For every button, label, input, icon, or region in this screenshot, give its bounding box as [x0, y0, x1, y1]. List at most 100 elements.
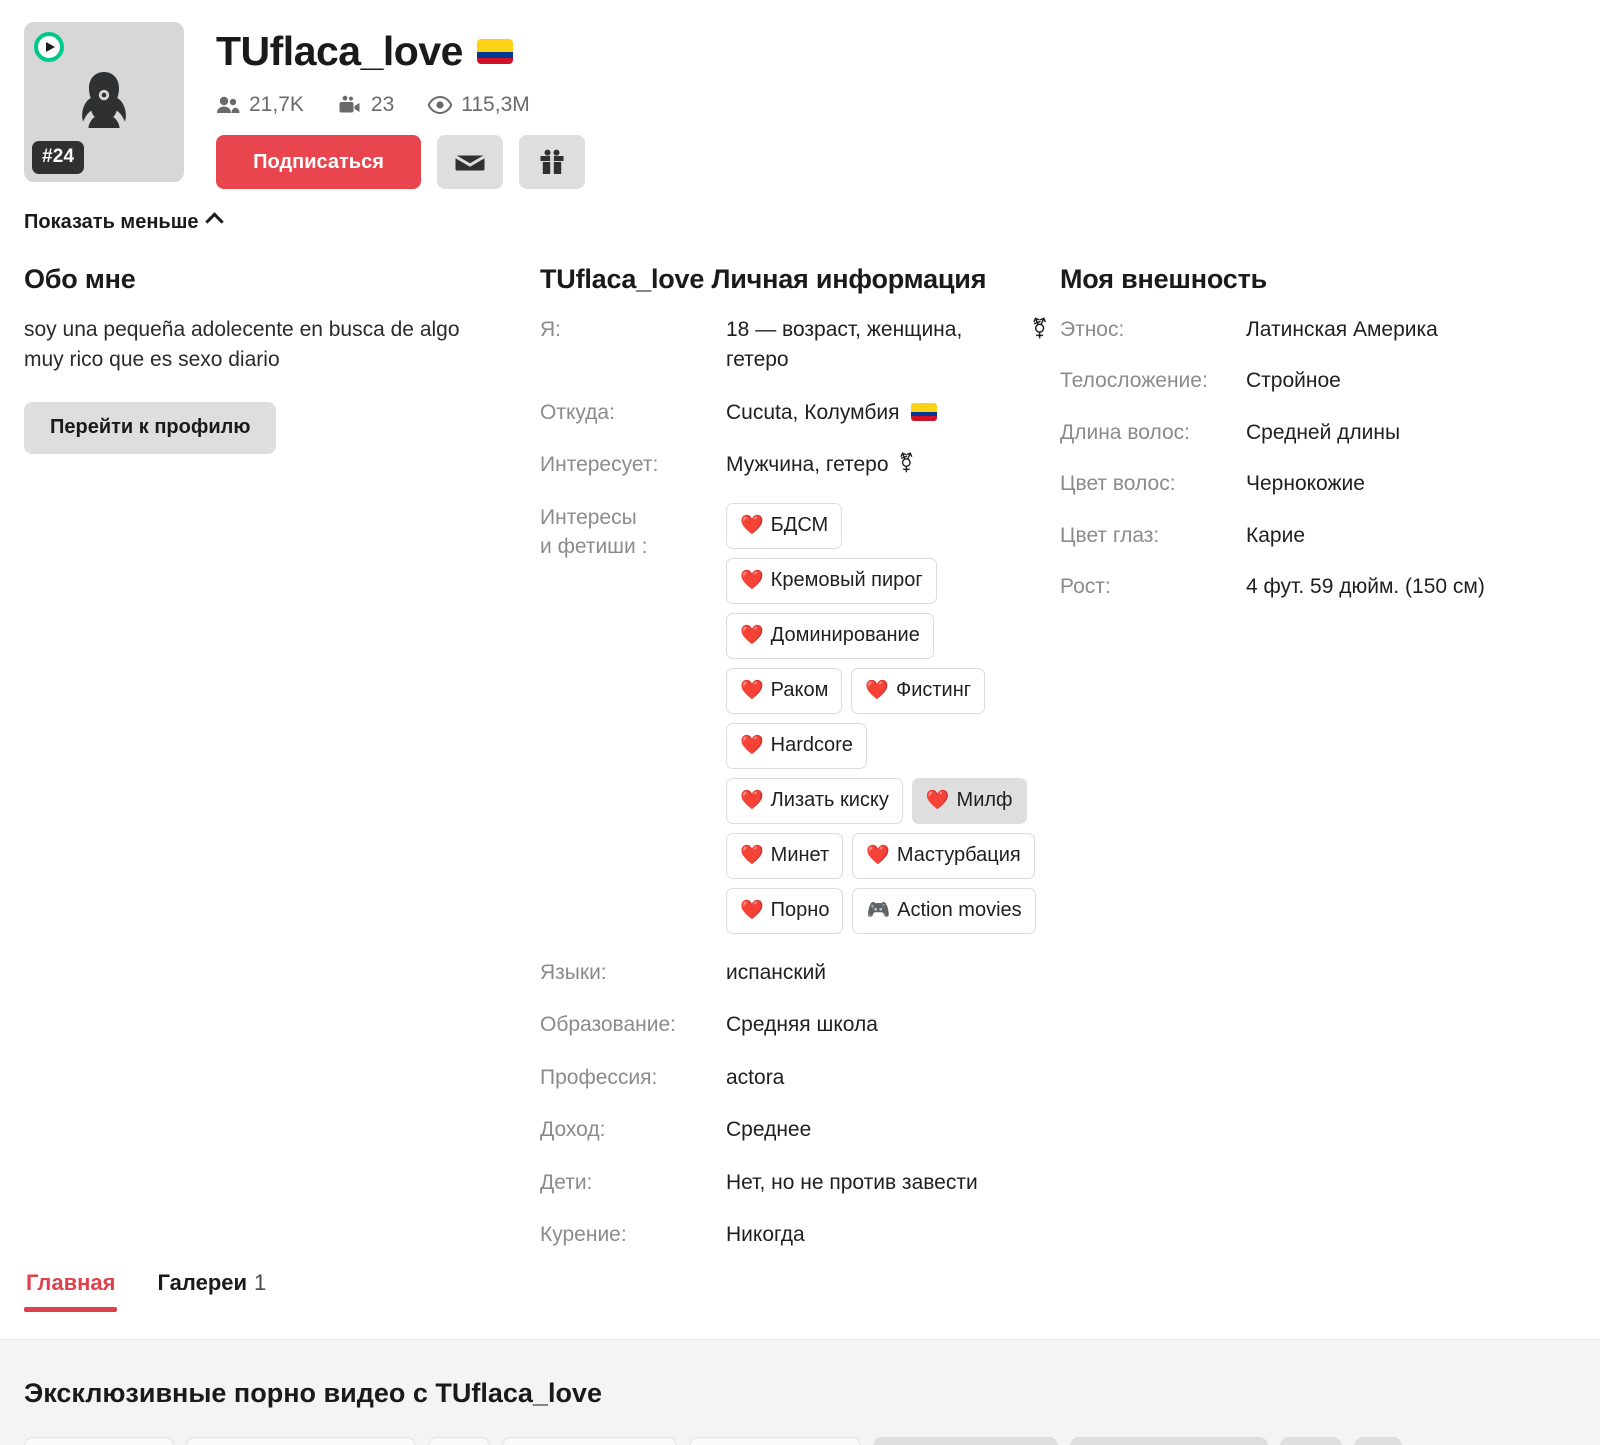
gift-button[interactable] — [519, 135, 585, 189]
interest-tag[interactable]: ❤️ Раком — [726, 667, 843, 714]
video-camera-icon — [339, 95, 360, 113]
info-label: Этнос: — [1060, 318, 1125, 341]
video-filter-chip[interactable] — [186, 1437, 416, 1445]
info-value: Cucuta, Колумбия — [726, 398, 1060, 428]
info-row: Рост: 4 фут. 59 дюйм. (150 см) — [1060, 572, 1600, 602]
heart-icon: ❤️ — [740, 679, 764, 701]
interest-tag-label: Фистинг — [896, 678, 972, 701]
live-play-icon[interactable] — [34, 32, 64, 62]
interest-tag[interactable]: ❤️ Кремовый пирог — [726, 557, 937, 604]
info-value: Стройное — [1246, 369, 1341, 393]
heart-icon: ❤️ — [866, 844, 890, 866]
info-value: Чернокожие — [1246, 472, 1365, 496]
info-row: Телосложение: Стройное — [1060, 366, 1600, 396]
heart-icon: ❤️ — [740, 844, 764, 866]
page-title: TUflaca_love — [216, 28, 463, 74]
interest-tag-label: Action movies — [897, 898, 1022, 921]
show-less-label: Показать меньше — [24, 211, 199, 233]
tab-main[interactable]: Главная — [24, 1266, 118, 1312]
interest-tag[interactable]: ❤️ Фистинг — [851, 667, 986, 714]
stat-videos-value: 23 — [370, 93, 395, 116]
interest-tag[interactable]: ❤️ Мастурбация — [852, 832, 1035, 879]
info-value: Латинская Америка — [1246, 318, 1438, 341]
stat-views: 115,3M — [428, 93, 530, 117]
profile-actions: Подписаться — [216, 135, 585, 189]
video-filter-chip[interactable] — [1070, 1437, 1268, 1445]
appearance-column: Моя внешность Этнос: Латинская Америка Тел… — [1060, 264, 1600, 1377]
go-to-profile-button[interactable]: Перейти к профилю — [24, 401, 277, 454]
default-female-avatar-icon — [82, 71, 126, 129]
info-value: испанский — [726, 960, 827, 984]
tab-galleries[interactable]: Галереи 1 — [155, 1266, 268, 1312]
heart-icon: ❤️ — [740, 734, 764, 756]
info-label: Образование: — [540, 1013, 676, 1037]
chevron-up-icon — [204, 211, 224, 231]
video-filter-chip[interactable] — [428, 1437, 490, 1445]
avatar[interactable]: #24 — [24, 22, 184, 182]
video-filter-chip[interactable] — [1280, 1437, 1342, 1445]
info-label: Рост: — [1060, 575, 1111, 599]
info-row: Цвет волос: Чернокожие — [1060, 469, 1600, 499]
envelope-icon — [455, 155, 485, 171]
interest-tag[interactable]: ❤️ Лизать киску — [726, 777, 903, 824]
info-label: Цвет волос: — [1060, 472, 1176, 496]
info-label: Доход: — [540, 1118, 606, 1142]
info-label: Интересует: — [540, 453, 659, 477]
info-value: Нет, но не против завести — [726, 1170, 978, 1194]
info-value: actora — [726, 1065, 785, 1089]
interest-tag-label: Мастурбация — [896, 843, 1021, 866]
about-column: Обо мне soy una pequeña adolecente en bu… — [24, 264, 540, 1377]
username-row: TUflaca_love — [216, 28, 585, 75]
gamepad-icon: 🎮 — [866, 899, 891, 921]
interest-tag[interactable]: ❤️ Минет — [726, 832, 844, 879]
info-label: Дети: — [540, 1170, 593, 1194]
video-filter-chip[interactable] — [1354, 1437, 1402, 1445]
info-value: Средней длины — [1246, 420, 1401, 444]
appearance-title: Моя внешность — [1060, 264, 1267, 294]
interest-tag[interactable]: ❤️ Порно — [726, 887, 844, 934]
profile-stats: 21,7K 23 115,3M — [216, 93, 585, 117]
info-row-interested-in: Интересует: Мужчина, гетеро ⚧ — [540, 450, 1060, 480]
video-filter-chip[interactable] — [24, 1437, 174, 1445]
interest-tag-label: Кремовый пирог — [770, 568, 923, 591]
stat-views-value: 115,3M — [461, 93, 530, 116]
colombia-flag-icon — [476, 39, 513, 64]
tab-count: 1 — [254, 1270, 267, 1295]
info-row-me: Я: 18 — возраст, женщина, гетеро ⚧ — [540, 315, 1060, 376]
heart-icon: ❤️ — [740, 789, 764, 811]
colombia-flag-icon — [911, 402, 938, 421]
info-row: Образование: Средняя школа — [540, 1010, 1060, 1040]
header-info: TUflaca_love 21,7K 23 115,3M Подписаться — [184, 22, 585, 189]
about-text: soy una pequeña adolecente en busca de a… — [24, 318, 460, 372]
message-button[interactable] — [437, 135, 503, 189]
video-filter-chip[interactable] — [502, 1437, 677, 1445]
info-label: Цвет глаз: — [1060, 523, 1160, 547]
video-filter-chip[interactable] — [873, 1437, 1058, 1445]
info-row: Дети: Нет, но не против завести — [540, 1168, 1060, 1198]
video-filter-chip[interactable] — [689, 1437, 861, 1445]
video-filter-row — [24, 1437, 1600, 1445]
info-row: Доход: Среднее — [540, 1115, 1060, 1145]
gender-hetero-icon: ⚧ — [1031, 318, 1048, 340]
info-row: Языки: испанский — [540, 958, 1060, 988]
interest-tag[interactable]: ❤️ Hardcore — [726, 722, 867, 769]
info-label: Языки: — [540, 960, 607, 984]
info-label: Я: — [540, 318, 561, 341]
info-label: Длина волос: — [1060, 420, 1190, 444]
interest-tag-label: Порно — [770, 898, 830, 921]
personal-info-column: TUflaca_love Личная информация Я: 18 — в… — [540, 264, 1060, 1377]
interest-tag-label: Доминирование — [770, 623, 920, 646]
info-label: Профессия: — [540, 1065, 658, 1089]
follow-button[interactable]: Подписаться — [216, 135, 421, 189]
info-row-from: Откуда: Cucuta, Колумбия — [540, 398, 1060, 428]
info-value: Мужчина, гетеро ⚧ — [726, 453, 915, 477]
info-value: 4 фут. 59 дюйм. (150 см) — [1246, 575, 1485, 599]
interest-tag[interactable]: ❤️ Милф — [911, 777, 1027, 824]
interest-tag[interactable]: ❤️ БДСМ — [726, 502, 843, 549]
info-value: Карие — [1246, 523, 1306, 547]
show-less-toggle[interactable]: Показать меньше — [24, 211, 224, 234]
info-row: Этнос: Латинская Америка — [1060, 315, 1600, 345]
interest-tag[interactable]: ❤️ Доминирование — [726, 612, 934, 659]
interest-tag[interactable]: 🎮 Action movies — [852, 887, 1036, 934]
info-value: Средняя школа — [726, 1013, 878, 1037]
